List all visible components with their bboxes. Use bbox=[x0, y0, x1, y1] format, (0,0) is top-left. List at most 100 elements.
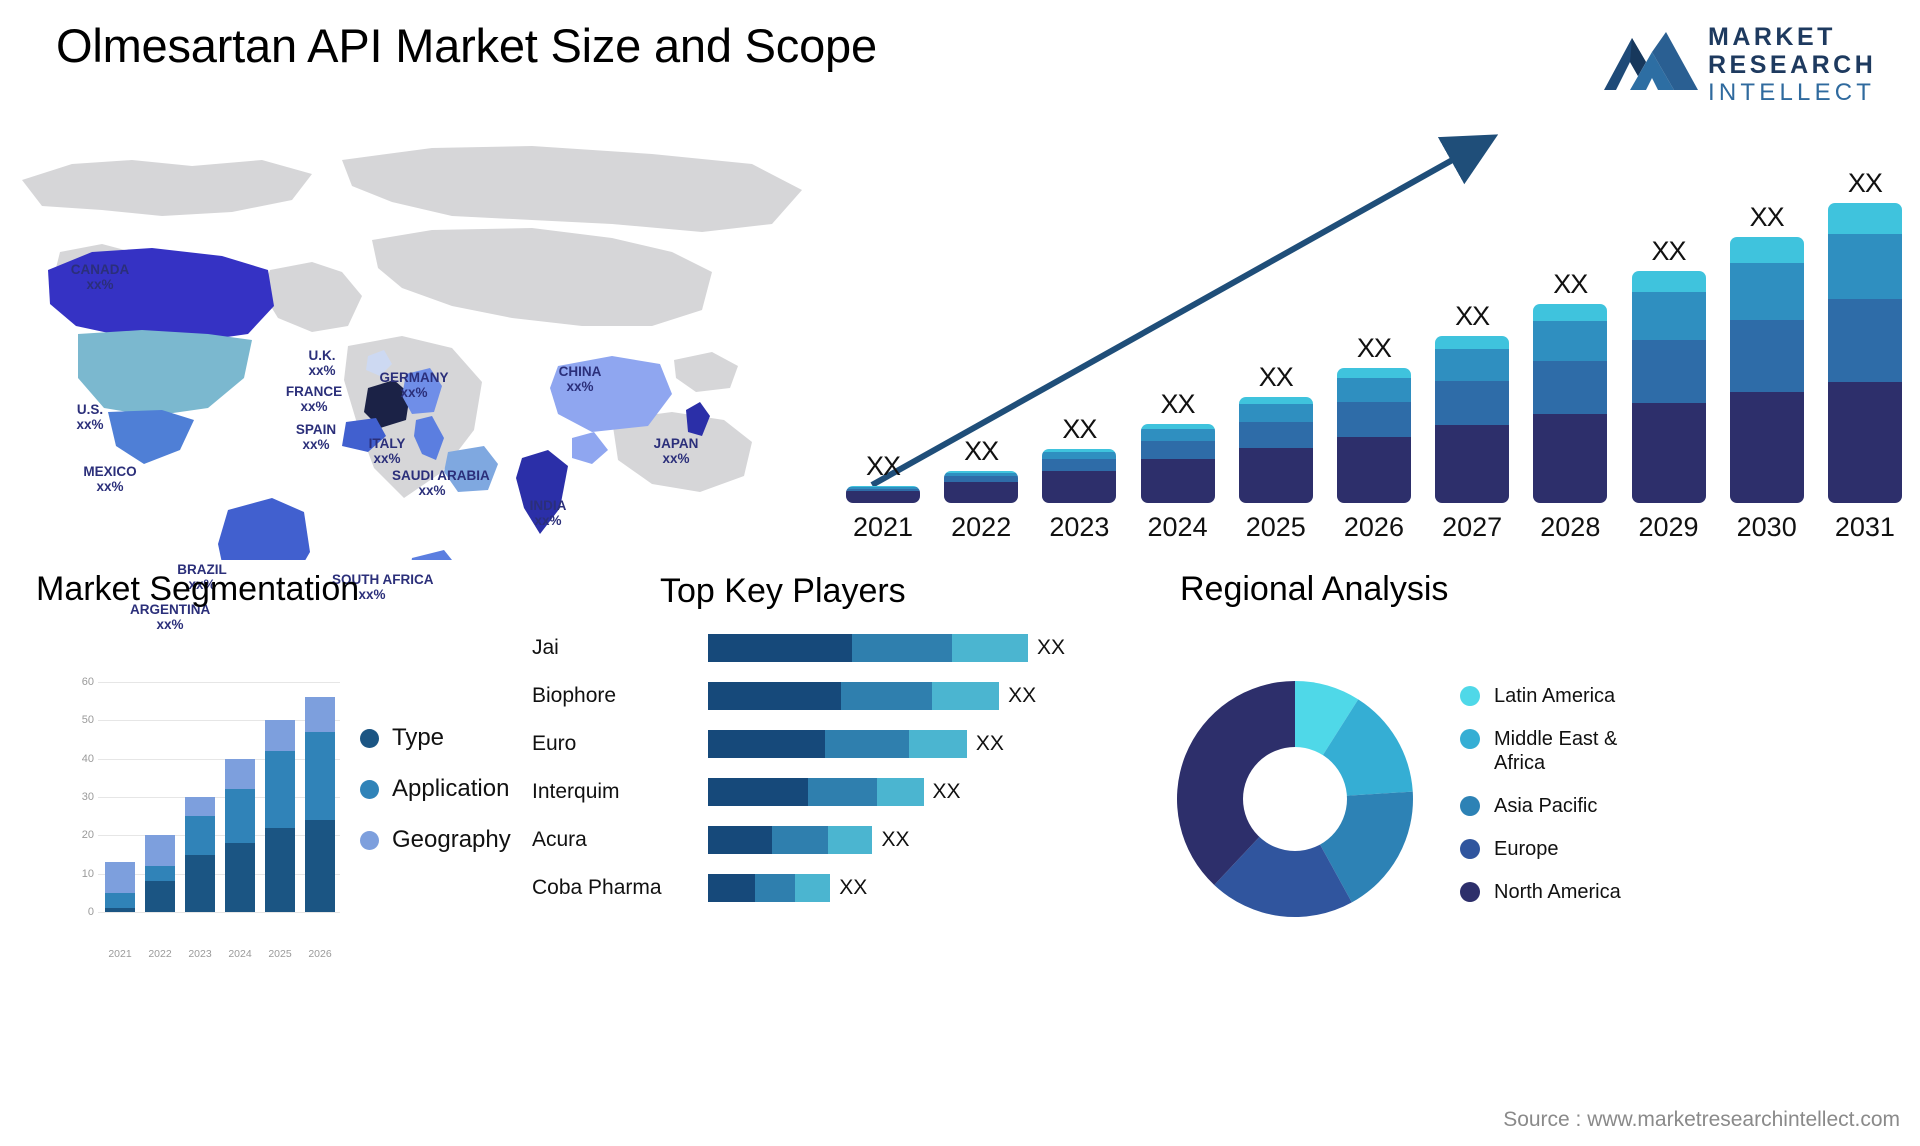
forecast-segment bbox=[1336, 437, 1411, 503]
map-label-germany: GERMANY xx% bbox=[374, 370, 454, 400]
segmentation-segment bbox=[105, 862, 135, 893]
forecast-segment bbox=[1827, 234, 1902, 300]
forecast-segment bbox=[1238, 396, 1313, 405]
map-label-france: FRANCE xx% bbox=[274, 384, 354, 414]
forecast-segment bbox=[1336, 402, 1411, 438]
player-row: Coba Pharma XX bbox=[528, 868, 1148, 907]
forecast-bar-2027: XX bbox=[1435, 301, 1510, 503]
segmentation-segment bbox=[265, 720, 295, 752]
segmentation-y-tick: 20 bbox=[81, 829, 94, 842]
player-bar bbox=[708, 825, 873, 854]
regional-analysis-chart: Latin America Middle East & Africa Asia Pa… bbox=[1150, 628, 1910, 948]
forecast-bar-2026: XX bbox=[1336, 332, 1411, 503]
forecast-segment bbox=[1533, 304, 1608, 322]
forecast-year-label: 2024 bbox=[1147, 512, 1208, 542]
map-country-name: JAPAN bbox=[653, 436, 699, 451]
legend-dot bbox=[1460, 796, 1480, 816]
segmentation-bar-2022 bbox=[145, 835, 175, 912]
logo-mountain-icon bbox=[1604, 32, 1698, 90]
map-country-percent: xx% bbox=[300, 399, 328, 414]
map-label-japan: JAPAN xx% bbox=[636, 436, 716, 466]
forecast-segment bbox=[1238, 421, 1313, 449]
player-bar-segment bbox=[932, 681, 1000, 710]
forecast-year-label: 2023 bbox=[1049, 512, 1110, 542]
forecast-year-axis: 2021 2022 2023 2024 2025 2026 2027 2028 2029 2030… bbox=[846, 512, 1902, 543]
map-country-percent: xx% bbox=[308, 363, 336, 378]
player-row: Euro XX bbox=[528, 724, 1148, 763]
forecast-bar-stack bbox=[1435, 335, 1510, 503]
player-bar-segment bbox=[952, 633, 1028, 662]
forecast-year-label: 2031 bbox=[1834, 512, 1895, 542]
forecast-bar-stack bbox=[846, 486, 920, 503]
forecast-segment bbox=[1827, 203, 1902, 235]
forecast-segment bbox=[1729, 263, 1804, 320]
segmentation-bar-2025 bbox=[265, 720, 295, 912]
regional-legend-item: Asia Pacific bbox=[1460, 794, 1664, 818]
forecast-bar-stack bbox=[944, 470, 1019, 503]
segmentation-segment bbox=[225, 789, 255, 843]
forecast-bar-value: XX bbox=[1258, 361, 1294, 392]
legend-dot bbox=[1460, 686, 1480, 706]
segmentation-legend: Type Application Geography bbox=[360, 724, 511, 877]
legend-label: Middle East & Africa bbox=[1494, 728, 1618, 774]
map-country-percent: xx% bbox=[400, 385, 428, 400]
map-country-name: U.K. bbox=[308, 348, 336, 363]
map-country-percent: xx% bbox=[418, 483, 446, 498]
segmentation-bar-2021 bbox=[105, 862, 135, 912]
forecast-segment bbox=[1435, 335, 1510, 350]
logo-line-3: INTELLECT bbox=[1708, 79, 1876, 106]
world-map: CANADA xx% U.S. xx% MEXICO xx% BRAZIL xx% ARGENT… bbox=[12, 120, 822, 660]
map-country-name: SPAIN bbox=[295, 422, 337, 437]
regional-legend-item: Europe bbox=[1460, 837, 1664, 861]
map-country-percent: xx% bbox=[662, 451, 690, 466]
segmentation-x-label: 2022 bbox=[148, 948, 172, 960]
legend-label: Application bbox=[392, 775, 510, 802]
map-country-percent: xx% bbox=[534, 513, 562, 528]
player-bar-segment bbox=[909, 729, 967, 758]
regional-legend-item: Middle East & Africa bbox=[1460, 727, 1664, 775]
page-title: Olmesartan API Market Size and Scope bbox=[56, 19, 877, 72]
segmentation-x-label: 2023 bbox=[188, 948, 212, 960]
forecast-bar-stack bbox=[1336, 367, 1411, 503]
player-name: Interquim bbox=[532, 779, 620, 803]
forecast-segment bbox=[1140, 428, 1215, 441]
market-segmentation-title: Market Segmentation bbox=[36, 570, 360, 608]
forecast-segment bbox=[1631, 403, 1706, 503]
company-logo: MARKET RESEARCH INTELLECT bbox=[1600, 18, 1900, 106]
segmentation-x-label: 2025 bbox=[268, 948, 292, 960]
map-country-name: INDIA bbox=[529, 498, 567, 513]
player-bar-segment bbox=[754, 873, 795, 902]
legend-dot bbox=[1460, 882, 1480, 902]
player-name: Biophore bbox=[532, 683, 617, 707]
forecast-segment bbox=[1729, 236, 1804, 264]
player-name: Coba Pharma bbox=[532, 875, 662, 899]
player-bar bbox=[708, 729, 967, 758]
forecast-bar-value: XX bbox=[1749, 201, 1785, 232]
map-label-u-k-: U.K. xx% bbox=[282, 348, 362, 378]
forecast-bar-2022: XX bbox=[944, 436, 1019, 503]
logo-line-2: RESEARCH bbox=[1708, 51, 1877, 79]
player-name: Acura bbox=[532, 827, 587, 851]
player-bar-segment bbox=[708, 681, 842, 710]
legend-dot bbox=[1460, 729, 1480, 749]
forecast-bar-value: XX bbox=[1356, 332, 1392, 363]
segmentation-y-tick: 40 bbox=[81, 752, 94, 765]
forecast-bar-2028: XX bbox=[1533, 269, 1608, 503]
player-bar bbox=[708, 633, 1028, 662]
segmentation-segment bbox=[145, 881, 175, 912]
map-label-india: INDIA xx% bbox=[508, 498, 588, 528]
legend-label: Europe bbox=[1494, 838, 1559, 860]
player-bar-segment bbox=[708, 825, 773, 854]
segmentation-segment bbox=[145, 866, 175, 882]
legend-dot bbox=[360, 830, 379, 850]
forecast-bar-value: XX bbox=[1651, 235, 1686, 266]
forecast-bar-stack bbox=[1140, 423, 1215, 503]
legend-label: Latin America bbox=[1494, 685, 1616, 707]
forecast-segment bbox=[1042, 470, 1117, 503]
player-bar-segment bbox=[841, 681, 933, 710]
map-label-canada: CANADA xx% bbox=[60, 262, 140, 292]
player-bar bbox=[708, 873, 831, 902]
forecast-segment bbox=[1631, 270, 1706, 292]
player-name: Euro bbox=[532, 731, 577, 755]
forecast-bars: XX XX XX XX XX XX XX XX XX XX XX bbox=[846, 168, 1902, 503]
